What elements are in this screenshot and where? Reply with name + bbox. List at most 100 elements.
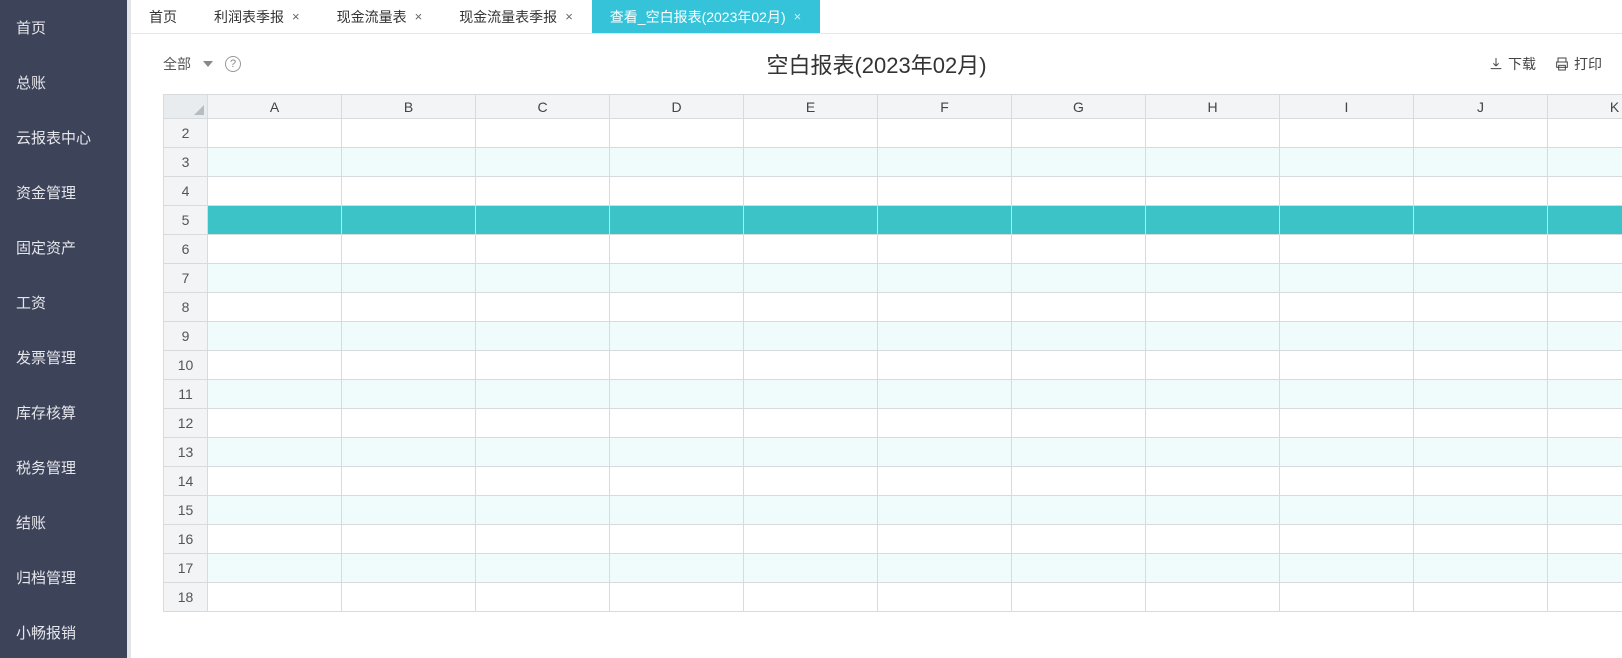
sidebar-item-inventory[interactable]: 库存核算 bbox=[0, 385, 127, 440]
cell[interactable] bbox=[208, 380, 342, 409]
cell[interactable] bbox=[1548, 148, 1622, 177]
cell[interactable] bbox=[476, 206, 610, 235]
cell[interactable] bbox=[878, 264, 1012, 293]
cell[interactable] bbox=[744, 148, 878, 177]
cell[interactable] bbox=[1280, 351, 1414, 380]
sidebar-item-home[interactable]: 首页 bbox=[0, 0, 127, 55]
row-header[interactable]: 16 bbox=[164, 525, 208, 554]
cell[interactable] bbox=[1012, 409, 1146, 438]
print-button[interactable]: 打印 bbox=[1554, 54, 1602, 74]
cell[interactable] bbox=[1146, 293, 1280, 322]
row-header[interactable]: 3 bbox=[164, 148, 208, 177]
sidebar-item-tax[interactable]: 税务管理 bbox=[0, 440, 127, 495]
row-header[interactable]: 11 bbox=[164, 380, 208, 409]
cell[interactable] bbox=[1146, 206, 1280, 235]
cell[interactable] bbox=[208, 554, 342, 583]
cell[interactable] bbox=[476, 177, 610, 206]
sidebar-item-fixed-assets[interactable]: 固定资产 bbox=[0, 220, 127, 275]
cell[interactable] bbox=[476, 322, 610, 351]
cell[interactable] bbox=[342, 409, 476, 438]
cell[interactable] bbox=[744, 119, 878, 148]
cell[interactable] bbox=[342, 177, 476, 206]
cell[interactable] bbox=[1280, 380, 1414, 409]
select-all-corner[interactable] bbox=[164, 95, 208, 119]
cell[interactable] bbox=[476, 119, 610, 148]
cell[interactable] bbox=[878, 177, 1012, 206]
row-header[interactable]: 2 bbox=[164, 119, 208, 148]
cell[interactable] bbox=[1548, 496, 1622, 525]
close-icon[interactable]: × bbox=[415, 9, 423, 24]
column-header[interactable]: E bbox=[744, 95, 878, 119]
cell[interactable] bbox=[1414, 148, 1548, 177]
cell[interactable] bbox=[744, 467, 878, 496]
cell[interactable] bbox=[476, 293, 610, 322]
cell[interactable] bbox=[744, 351, 878, 380]
sidebar-item-closing[interactable]: 结账 bbox=[0, 495, 127, 550]
cell[interactable] bbox=[878, 467, 1012, 496]
column-header[interactable]: F bbox=[878, 95, 1012, 119]
cell[interactable] bbox=[1280, 322, 1414, 351]
cell[interactable] bbox=[878, 293, 1012, 322]
cell[interactable] bbox=[1012, 322, 1146, 351]
tab-cashflow[interactable]: 现金流量表 × bbox=[319, 0, 442, 33]
row-header[interactable]: 13 bbox=[164, 438, 208, 467]
cell[interactable] bbox=[476, 264, 610, 293]
cell[interactable] bbox=[744, 583, 878, 612]
cell[interactable] bbox=[610, 583, 744, 612]
cell[interactable] bbox=[208, 206, 342, 235]
cell[interactable] bbox=[610, 438, 744, 467]
sidebar-item-fund-mgmt[interactable]: 资金管理 bbox=[0, 165, 127, 220]
cell[interactable] bbox=[1548, 351, 1622, 380]
cell[interactable] bbox=[1414, 438, 1548, 467]
cell[interactable] bbox=[1280, 264, 1414, 293]
cell[interactable] bbox=[1012, 235, 1146, 264]
cell[interactable] bbox=[1414, 322, 1548, 351]
cell[interactable] bbox=[1012, 264, 1146, 293]
cell[interactable] bbox=[1012, 496, 1146, 525]
cell[interactable] bbox=[1280, 148, 1414, 177]
cell[interactable] bbox=[878, 148, 1012, 177]
cell[interactable] bbox=[342, 322, 476, 351]
cell[interactable] bbox=[476, 148, 610, 177]
cell[interactable] bbox=[878, 496, 1012, 525]
cell[interactable] bbox=[1548, 409, 1622, 438]
cell[interactable] bbox=[1414, 206, 1548, 235]
cell[interactable] bbox=[610, 496, 744, 525]
cell[interactable] bbox=[1012, 583, 1146, 612]
cell[interactable] bbox=[1012, 525, 1146, 554]
column-header[interactable]: K bbox=[1548, 95, 1622, 119]
cell[interactable] bbox=[610, 467, 744, 496]
cell[interactable] bbox=[1414, 583, 1548, 612]
filter-dropdown[interactable]: 全部 ? bbox=[163, 54, 241, 74]
cell[interactable] bbox=[1146, 525, 1280, 554]
cell[interactable] bbox=[1548, 322, 1622, 351]
cell[interactable] bbox=[208, 438, 342, 467]
cell[interactable] bbox=[1280, 583, 1414, 612]
sidebar-item-archive[interactable]: 归档管理 bbox=[0, 550, 127, 605]
cell[interactable] bbox=[342, 525, 476, 554]
cell[interactable] bbox=[1012, 119, 1146, 148]
cell[interactable] bbox=[342, 496, 476, 525]
cell[interactable] bbox=[1012, 293, 1146, 322]
cell[interactable] bbox=[208, 119, 342, 148]
cell[interactable] bbox=[1146, 351, 1280, 380]
cell[interactable] bbox=[1012, 554, 1146, 583]
cell[interactable] bbox=[610, 525, 744, 554]
row-header[interactable]: 18 bbox=[164, 583, 208, 612]
cell[interactable] bbox=[744, 496, 878, 525]
cell[interactable] bbox=[476, 351, 610, 380]
help-icon[interactable]: ? bbox=[225, 56, 241, 72]
cell[interactable] bbox=[1280, 293, 1414, 322]
cell[interactable] bbox=[208, 467, 342, 496]
cell[interactable] bbox=[208, 264, 342, 293]
cell[interactable] bbox=[1548, 264, 1622, 293]
cell[interactable] bbox=[1146, 409, 1280, 438]
row-header[interactable]: 6 bbox=[164, 235, 208, 264]
row-header[interactable]: 12 bbox=[164, 409, 208, 438]
cell[interactable] bbox=[878, 322, 1012, 351]
sidebar-item-payroll[interactable]: 工资 bbox=[0, 275, 127, 330]
cell[interactable] bbox=[342, 293, 476, 322]
cell[interactable] bbox=[1280, 496, 1414, 525]
cell[interactable] bbox=[744, 554, 878, 583]
cell[interactable] bbox=[1548, 177, 1622, 206]
